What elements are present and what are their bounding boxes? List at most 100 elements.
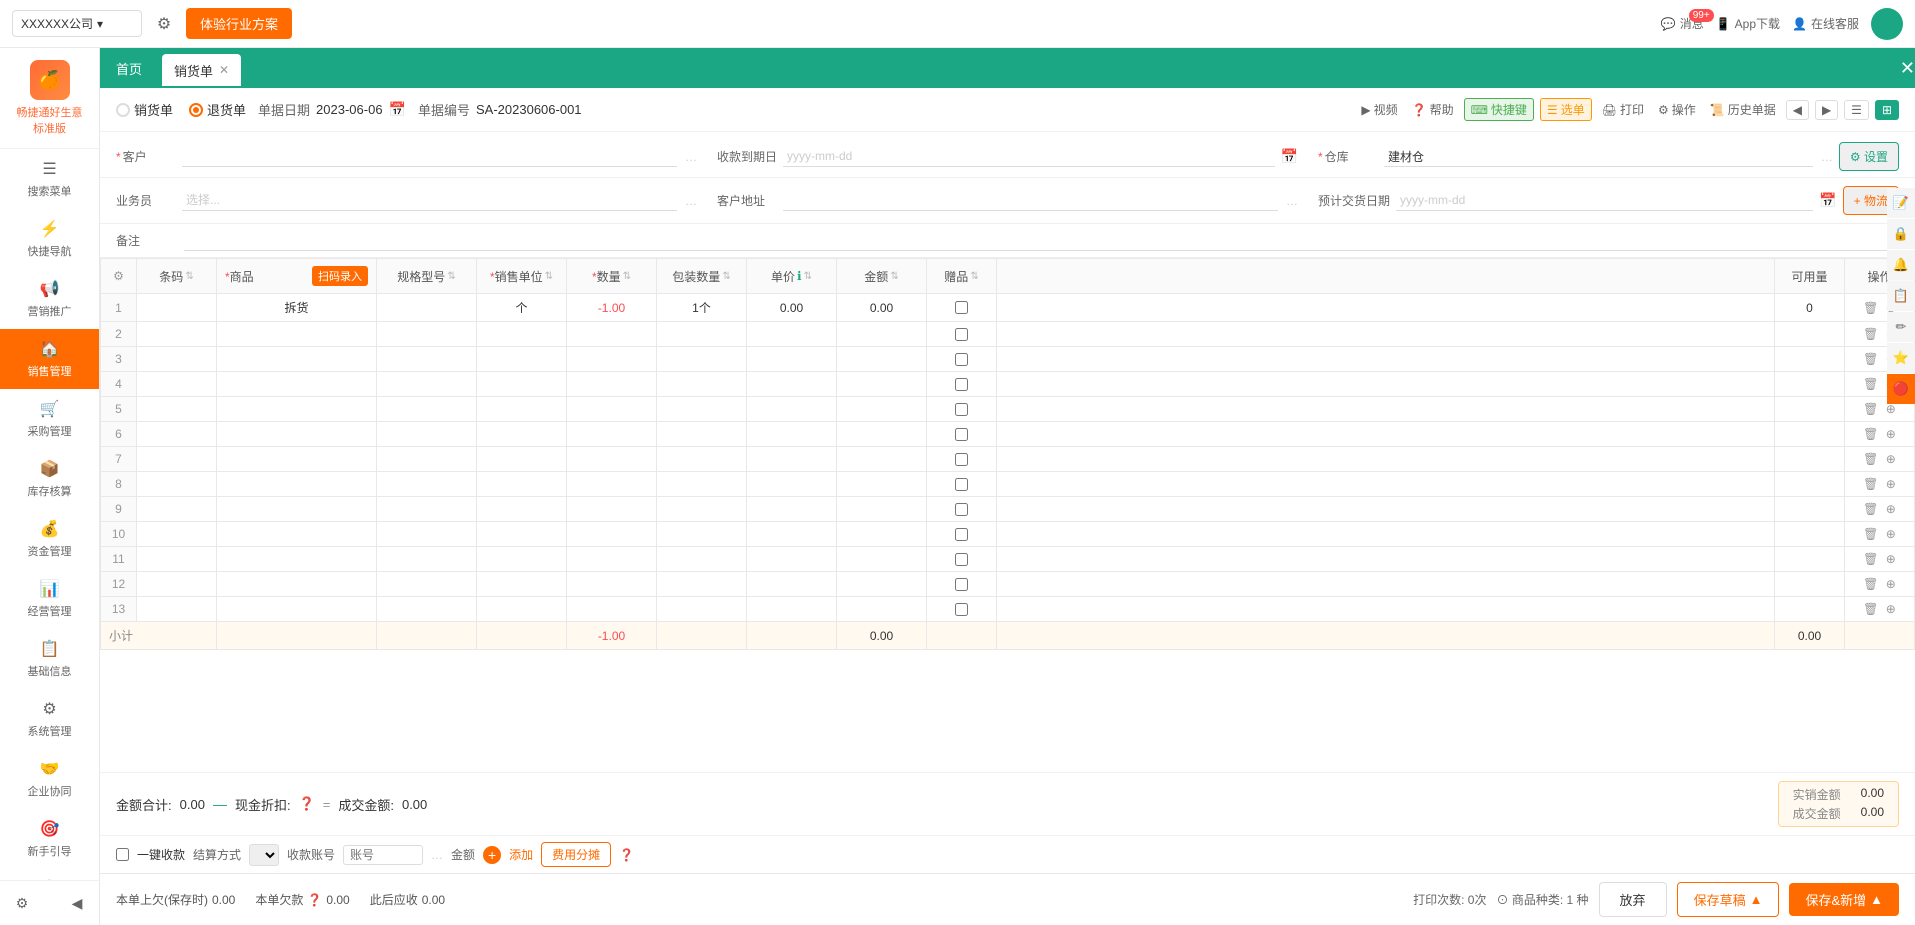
gift-sort-icon[interactable]: ⇅ xyxy=(970,271,978,282)
cell-amount-8[interactable] xyxy=(837,472,927,497)
cell-spec-13[interactable] xyxy=(377,597,477,622)
gift-checkbox-13[interactable] xyxy=(955,603,968,616)
grid-view-button[interactable]: ⊞ xyxy=(1875,100,1899,120)
gift-checkbox-5[interactable] xyxy=(955,403,968,416)
cell-pack-qty-4[interactable] xyxy=(657,372,747,397)
help-expense-icon[interactable]: ❓ xyxy=(619,848,634,862)
cell-qty-7[interactable] xyxy=(567,447,657,472)
radio-return-order[interactable]: 退货单 xyxy=(189,100,246,119)
cell-qty-9[interactable] xyxy=(567,497,657,522)
cell-price-11[interactable] xyxy=(747,547,837,572)
cell-product-6[interactable] xyxy=(217,422,377,447)
delete-row-9[interactable]: 🗑 xyxy=(1863,502,1878,516)
cell-amount-7[interactable] xyxy=(837,447,927,472)
sidebar-item-enterprise[interactable]: 🤝 企业协同 xyxy=(0,749,99,809)
discard-button[interactable]: 放弃 xyxy=(1599,882,1667,917)
cell-price-4[interactable] xyxy=(747,372,837,397)
cell-spec-6[interactable] xyxy=(377,422,477,447)
cell-barcode-11[interactable] xyxy=(137,547,217,572)
help-due-icon[interactable]: ❓ xyxy=(307,893,322,907)
cell-price-13[interactable] xyxy=(747,597,837,622)
cell-barcode-3[interactable] xyxy=(137,347,217,372)
delete-row-6[interactable]: 🗑 xyxy=(1863,427,1878,441)
gift-checkbox-6[interactable] xyxy=(955,428,968,441)
calc-method-select[interactable] xyxy=(249,844,279,866)
cell-barcode-13[interactable] xyxy=(137,597,217,622)
expense-button[interactable]: 费用分摊 xyxy=(541,842,611,867)
expected-date-input[interactable] xyxy=(1396,190,1813,211)
cell-qty-12[interactable] xyxy=(567,572,657,597)
tab-close-icon[interactable]: ✕ xyxy=(219,63,229,77)
cell-gift-8[interactable] xyxy=(927,472,997,497)
cell-gift-7[interactable] xyxy=(927,447,997,472)
cell-pack-qty-11[interactable] xyxy=(657,547,747,572)
cell-unit-7[interactable] xyxy=(477,447,567,472)
cell-price-12[interactable] xyxy=(747,572,837,597)
cell-price-10[interactable] xyxy=(747,522,837,547)
cell-pack-qty-6[interactable] xyxy=(657,422,747,447)
float-note-button[interactable]: 📝 xyxy=(1887,188,1915,218)
delete-row-5[interactable]: 🗑 xyxy=(1863,402,1878,416)
customer-addr-more-icon[interactable]: … xyxy=(1286,194,1298,208)
cell-unit-13[interactable] xyxy=(477,597,567,622)
warehouse-input[interactable] xyxy=(1384,146,1813,167)
cell-pack-qty-2[interactable] xyxy=(657,322,747,347)
gift-checkbox-9[interactable] xyxy=(955,503,968,516)
sidebar-item-operations[interactable]: 📊 经营管理 xyxy=(0,569,99,629)
copy-row-11[interactable]: ⊕ xyxy=(1886,552,1896,566)
cell-amount-9[interactable] xyxy=(837,497,927,522)
cell-barcode-9[interactable] xyxy=(137,497,217,522)
delete-row-11[interactable]: 🗑 xyxy=(1863,552,1878,566)
cell-barcode-6[interactable] xyxy=(137,422,217,447)
cell-unit-12[interactable] xyxy=(477,572,567,597)
cell-spec-3[interactable] xyxy=(377,347,477,372)
barcode-sort-icon[interactable]: ⇅ xyxy=(185,271,193,282)
gift-checkbox-1[interactable] xyxy=(955,301,968,314)
cell-pack-qty-13[interactable] xyxy=(657,597,747,622)
copy-row-10[interactable]: ⊕ xyxy=(1886,527,1896,541)
cell-product-11[interactable] xyxy=(217,547,377,572)
price-info-icon[interactable]: ℹ xyxy=(797,269,802,283)
cell-product-9[interactable] xyxy=(217,497,377,522)
cell-price-8[interactable] xyxy=(747,472,837,497)
cell-amount-12[interactable] xyxy=(837,572,927,597)
cell-spec-7[interactable] xyxy=(377,447,477,472)
float-lock-button[interactable]: 🔒 xyxy=(1887,219,1915,249)
float-orange-button[interactable]: 🔴 xyxy=(1887,374,1915,404)
cell-barcode-2[interactable] xyxy=(137,322,217,347)
cell-gift-10[interactable] xyxy=(927,522,997,547)
cell-price-2[interactable] xyxy=(747,322,837,347)
next-record-button[interactable]: ▶ xyxy=(1815,100,1838,120)
due-date-calendar-icon[interactable]: 📅 xyxy=(1281,148,1298,165)
copy-row-9[interactable]: ⊕ xyxy=(1886,502,1896,516)
cell-qty-6[interactable] xyxy=(567,422,657,447)
cell-amount-4[interactable] xyxy=(837,372,927,397)
cell-unit-8[interactable] xyxy=(477,472,567,497)
list-view-button[interactable]: ☰ xyxy=(1844,100,1869,120)
cell-barcode-8[interactable] xyxy=(137,472,217,497)
sidebar-item-search-order[interactable]: ☰ 搜索菜单 xyxy=(0,149,99,209)
cell-qty-11[interactable] xyxy=(567,547,657,572)
cell-unit-10[interactable] xyxy=(477,522,567,547)
sidebar-item-purchase[interactable]: 🛒 采购管理 xyxy=(0,389,99,449)
cell-barcode-5[interactable] xyxy=(137,397,217,422)
user-avatar[interactable] xyxy=(1871,8,1903,40)
cell-barcode-10[interactable] xyxy=(137,522,217,547)
cell-pack-qty-1[interactable]: 1个 xyxy=(657,294,747,322)
cell-price-7[interactable] xyxy=(747,447,837,472)
delete-row-13[interactable]: 🗑 xyxy=(1863,602,1878,616)
table-settings-icon[interactable]: ⚙ xyxy=(113,269,124,283)
sidebar-item-basic-info[interactable]: 📋 基础信息 xyxy=(0,629,99,689)
settings-icon[interactable]: ⚙ xyxy=(150,10,178,38)
cell-qty-1[interactable]: -1.00 xyxy=(567,294,657,322)
shortcut-button[interactable]: ⌨ 快捷键 xyxy=(1464,98,1534,121)
spec-sort-icon[interactable]: ⇅ xyxy=(447,271,455,282)
cell-pack-qty-9[interactable] xyxy=(657,497,747,522)
online-service-button[interactable]: 👤 在线客服 xyxy=(1792,15,1859,32)
sidebar-collapse-button[interactable]: ◀ xyxy=(63,889,91,917)
cell-unit-9[interactable] xyxy=(477,497,567,522)
copy-row-7[interactable]: ⊕ xyxy=(1886,452,1896,466)
sidebar-item-inventory[interactable]: 📦 库存核算 xyxy=(0,449,99,509)
copy-row-6[interactable]: ⊕ xyxy=(1886,427,1896,441)
cell-unit-6[interactable] xyxy=(477,422,567,447)
